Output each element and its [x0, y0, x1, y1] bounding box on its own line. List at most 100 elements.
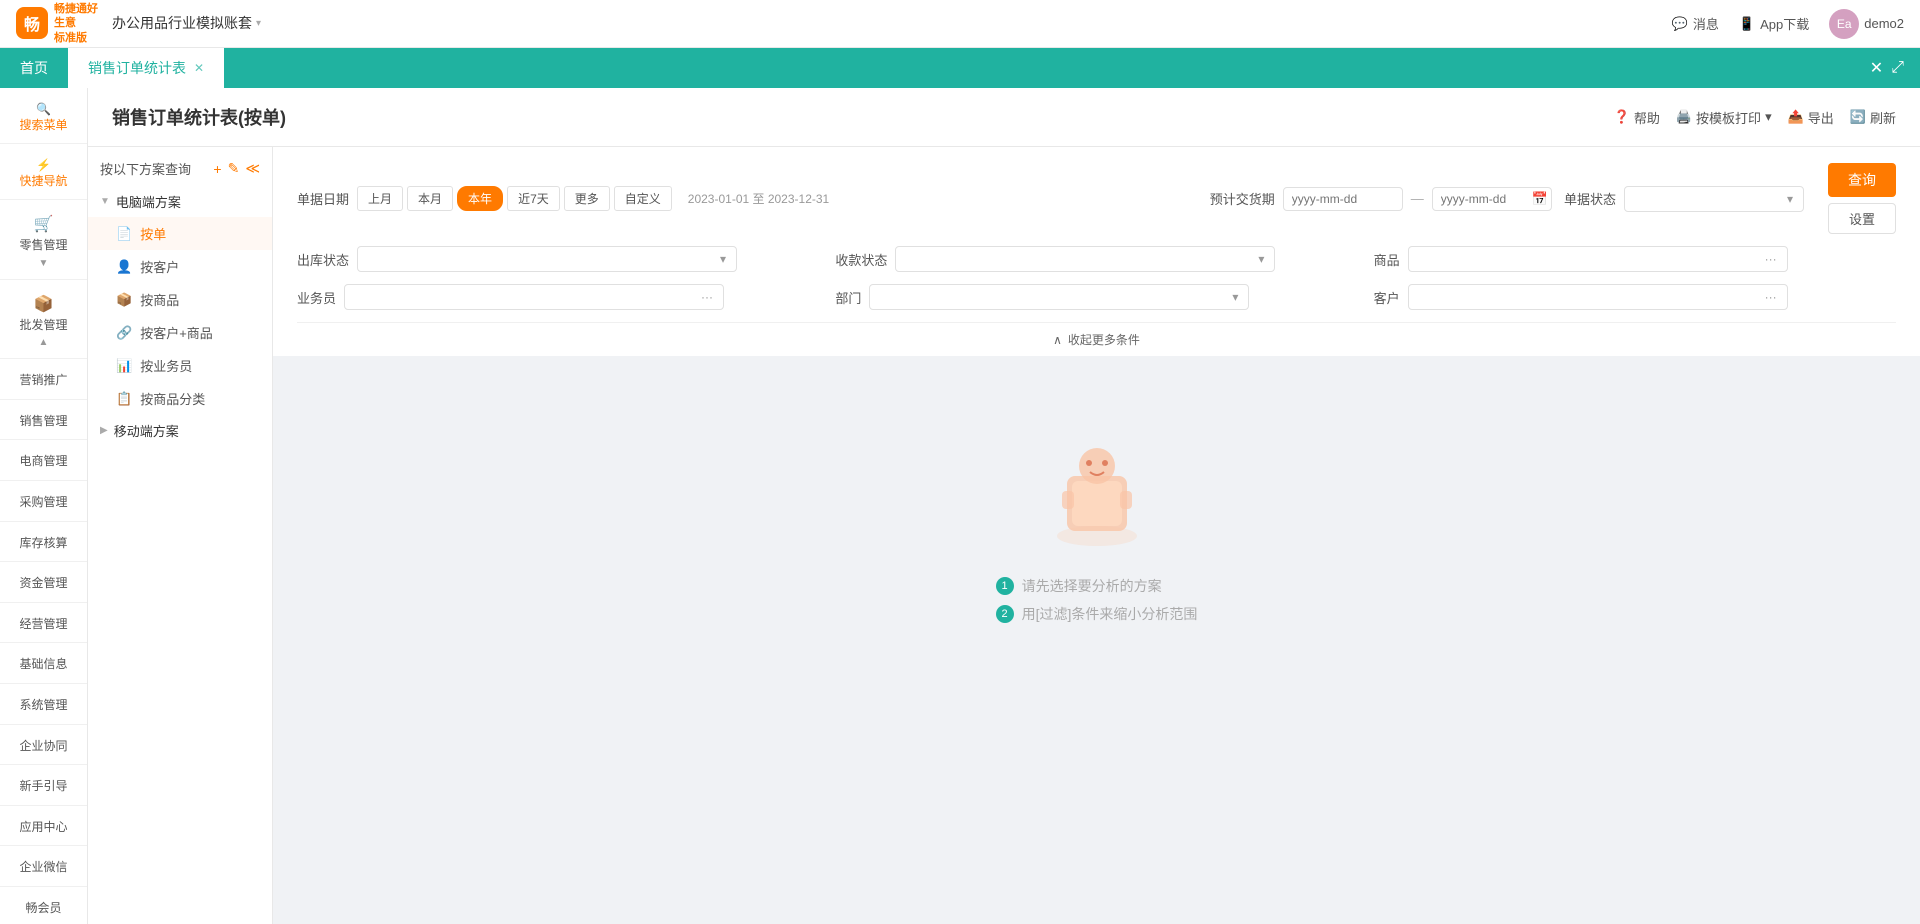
payment-status-select[interactable]: ▾: [895, 246, 1275, 272]
date-prev-month[interactable]: 上月: [357, 186, 403, 211]
message-btn[interactable]: 💬 消息: [1672, 14, 1719, 33]
scheme-collapse-btn[interactable]: ≪: [245, 160, 260, 177]
page-actions: ❓ 帮助 🖨️ 按模板打印 ▾ 📤 导出 🔄 刷新: [1614, 108, 1896, 143]
date-last-7[interactable]: 近7天: [507, 186, 560, 211]
scheme-item-by-cust-prod[interactable]: 🔗 按客户+商品: [88, 316, 272, 349]
shortcut-icon: ⚡: [36, 158, 51, 172]
dept-group: 部门 ▾: [835, 284, 1357, 310]
scheme-item-by-category[interactable]: 📋 按商品分类: [88, 382, 272, 415]
tab-close-icon[interactable]: ✕: [194, 61, 204, 75]
sidebar-item-retail[interactable]: 🛒 零售管理 ▼: [0, 200, 87, 280]
tab-home[interactable]: 首页: [0, 48, 68, 88]
payment-status-group: 收款状态 ▾: [835, 246, 1357, 272]
collapse-filters-btn[interactable]: ∧ 收起更多条件: [297, 322, 1896, 356]
left-panel-header: 按以下方案查询 + ✎ ≪: [88, 159, 272, 186]
empty-state: 1 请先选择要分析的方案 2 用[过滤]条件来缩小分析范围: [273, 356, 1920, 704]
date-more[interactable]: 更多: [564, 186, 610, 211]
date-range-display: 2023-01-01 至 2023-12-31: [688, 190, 829, 207]
export-icon: 📤: [1788, 109, 1804, 125]
query-button[interactable]: 查询: [1828, 163, 1896, 197]
payment-status-label: 收款状态: [835, 250, 887, 269]
sidebar-item-operation[interactable]: 经营管理: [0, 603, 87, 644]
goods-label: 商品: [1374, 250, 1400, 269]
sidebar-item-newbie[interactable]: 新手引导: [0, 765, 87, 806]
doc-status-chevron-icon: ▾: [1787, 192, 1793, 206]
doc-status-group: 单据状态 ▾: [1564, 186, 1804, 212]
topbar: 畅 畅捷通好生意 标准版 办公用品行业模拟账套 ▾ 💬 消息 📱 App下载 E…: [0, 0, 1920, 48]
tab-sales-stats[interactable]: 销售订单统计表 ✕: [68, 48, 224, 88]
goods-select[interactable]: ···: [1408, 246, 1788, 272]
help-btn[interactable]: ❓ 帮助: [1614, 108, 1660, 127]
scheme-item-by-salesman[interactable]: 📊 按业务员: [88, 349, 272, 382]
message-icon: 💬: [1672, 16, 1688, 32]
customer-dots-icon: ···: [1765, 290, 1777, 304]
sidebar-item-wholesale[interactable]: 📦 批发管理 ▲: [0, 280, 87, 360]
ship-status-chevron-icon: ▾: [720, 252, 726, 266]
help-icon: ❓: [1614, 109, 1630, 125]
sidebar-item-member[interactable]: 畅会员: [0, 887, 87, 924]
filter-row-1: 单据日期 上月 本月 本年 近7天 更多 自定义 2023-01-01 至 20…: [297, 147, 1896, 234]
user-avatar-btn[interactable]: Ea demo2: [1829, 9, 1904, 39]
filter-content-area: 单据日期 上月 本月 本年 近7天 更多 自定义 2023-01-01 至 20…: [273, 147, 1920, 924]
scheme-group-mobile-title[interactable]: ▶ 移动端方案: [88, 415, 272, 446]
main-layout: 🔍 搜索菜单 ⚡ 快捷导航 🛒 零售管理 ▼ 📦 批发管理 ▲ 营销推广 销售管…: [0, 88, 1920, 924]
expected-date-start[interactable]: [1283, 187, 1403, 211]
sidebar-item-finance[interactable]: 资金管理: [0, 562, 87, 603]
empty-image: [1037, 436, 1157, 556]
date-custom[interactable]: 自定义: [614, 186, 672, 211]
dept-select[interactable]: ▾: [869, 284, 1249, 310]
scheme-add-btn[interactable]: +: [213, 161, 221, 177]
ship-status-group: 出库状态 ▾: [297, 246, 819, 272]
template-print-btn[interactable]: 🖨️ 按模板打印 ▾: [1676, 108, 1772, 127]
sidebar-item-sales[interactable]: 销售管理: [0, 400, 87, 441]
scheme-item-by-order[interactable]: 📄 按单: [88, 217, 272, 250]
wholesale-arrow: ▲: [39, 337, 49, 348]
topbar-title-dropdown[interactable]: 办公用品行业模拟账套 ▾: [112, 13, 261, 33]
doc-date-label: 单据日期: [297, 189, 349, 208]
filter-row-2: 出库状态 ▾ 收款状态 ▾: [297, 246, 1896, 272]
empty-hint-1: 1 请先选择要分析的方案: [996, 576, 1198, 596]
dept-chevron-icon: ▾: [1232, 290, 1238, 304]
scheme-edit-btn[interactable]: ✎: [228, 160, 240, 177]
sidebar-item-purchase[interactable]: 采购管理: [0, 481, 87, 522]
empty-illustration: [1037, 436, 1157, 556]
date-this-month[interactable]: 本月: [407, 186, 453, 211]
avatar: Ea: [1829, 9, 1859, 39]
content: 销售订单统计表(按单) ❓ 帮助 🖨️ 按模板打印 ▾ 📤 导出 🔄 刷新: [88, 88, 1920, 924]
ship-status-select[interactable]: ▾: [357, 246, 737, 272]
print-icon: 🖨️: [1676, 109, 1692, 125]
sidebar-item-inventory[interactable]: 库存核算: [0, 522, 87, 563]
sidebar-item-system[interactable]: 系统管理: [0, 684, 87, 725]
retail-icon: 🛒: [34, 214, 54, 234]
sidebar-item-ecom[interactable]: 电商管理: [0, 440, 87, 481]
dropdown-arrow-icon: ▾: [256, 18, 261, 29]
date-this-year[interactable]: 本年: [457, 186, 503, 211]
doc-status-select[interactable]: ▾: [1624, 186, 1804, 212]
by-category-icon: 📋: [116, 391, 132, 407]
customer-select[interactable]: ···: [1408, 284, 1788, 310]
export-btn[interactable]: 📤 导出: [1788, 108, 1834, 127]
filter-area: 单据日期 上月 本月 本年 近7天 更多 自定义 2023-01-01 至 20…: [273, 147, 1920, 356]
sidebar-item-wechat[interactable]: 企业微信: [0, 846, 87, 887]
logo-area: 畅 畅捷通好生意 标准版: [16, 2, 104, 45]
dept-label: 部门: [835, 288, 861, 307]
page-title: 销售订单统计表(按单): [112, 104, 286, 146]
expand-tab-icon[interactable]: ⤢: [1891, 59, 1904, 77]
by-product-icon: 📦: [116, 292, 132, 308]
search-icon: 🔍: [36, 102, 51, 116]
sidebar-item-enterprise[interactable]: 企业协同: [0, 725, 87, 766]
sidebar-shortcut[interactable]: ⚡ 快捷导航: [0, 144, 87, 200]
scheme-item-by-customer[interactable]: 👤 按客户: [88, 250, 272, 283]
sidebar-search-menu[interactable]: 🔍 搜索菜单: [0, 88, 87, 144]
refresh-btn[interactable]: 🔄 刷新: [1850, 108, 1896, 127]
sidebar-item-basic[interactable]: 基础信息: [0, 643, 87, 684]
settings-button[interactable]: 设置: [1828, 203, 1896, 234]
sidebar-item-marketing[interactable]: 营销推广: [0, 359, 87, 400]
wholesale-icon: 📦: [34, 294, 54, 314]
sidebar-item-appcenter[interactable]: 应用中心: [0, 806, 87, 847]
close-tab-icon[interactable]: ✕: [1870, 58, 1883, 78]
salesman-select[interactable]: ···: [344, 284, 724, 310]
app-download-btn[interactable]: 📱 App下载: [1739, 14, 1809, 33]
scheme-group-pc-title[interactable]: ▼ 电脑端方案: [88, 186, 272, 217]
scheme-item-by-product[interactable]: 📦 按商品: [88, 283, 272, 316]
